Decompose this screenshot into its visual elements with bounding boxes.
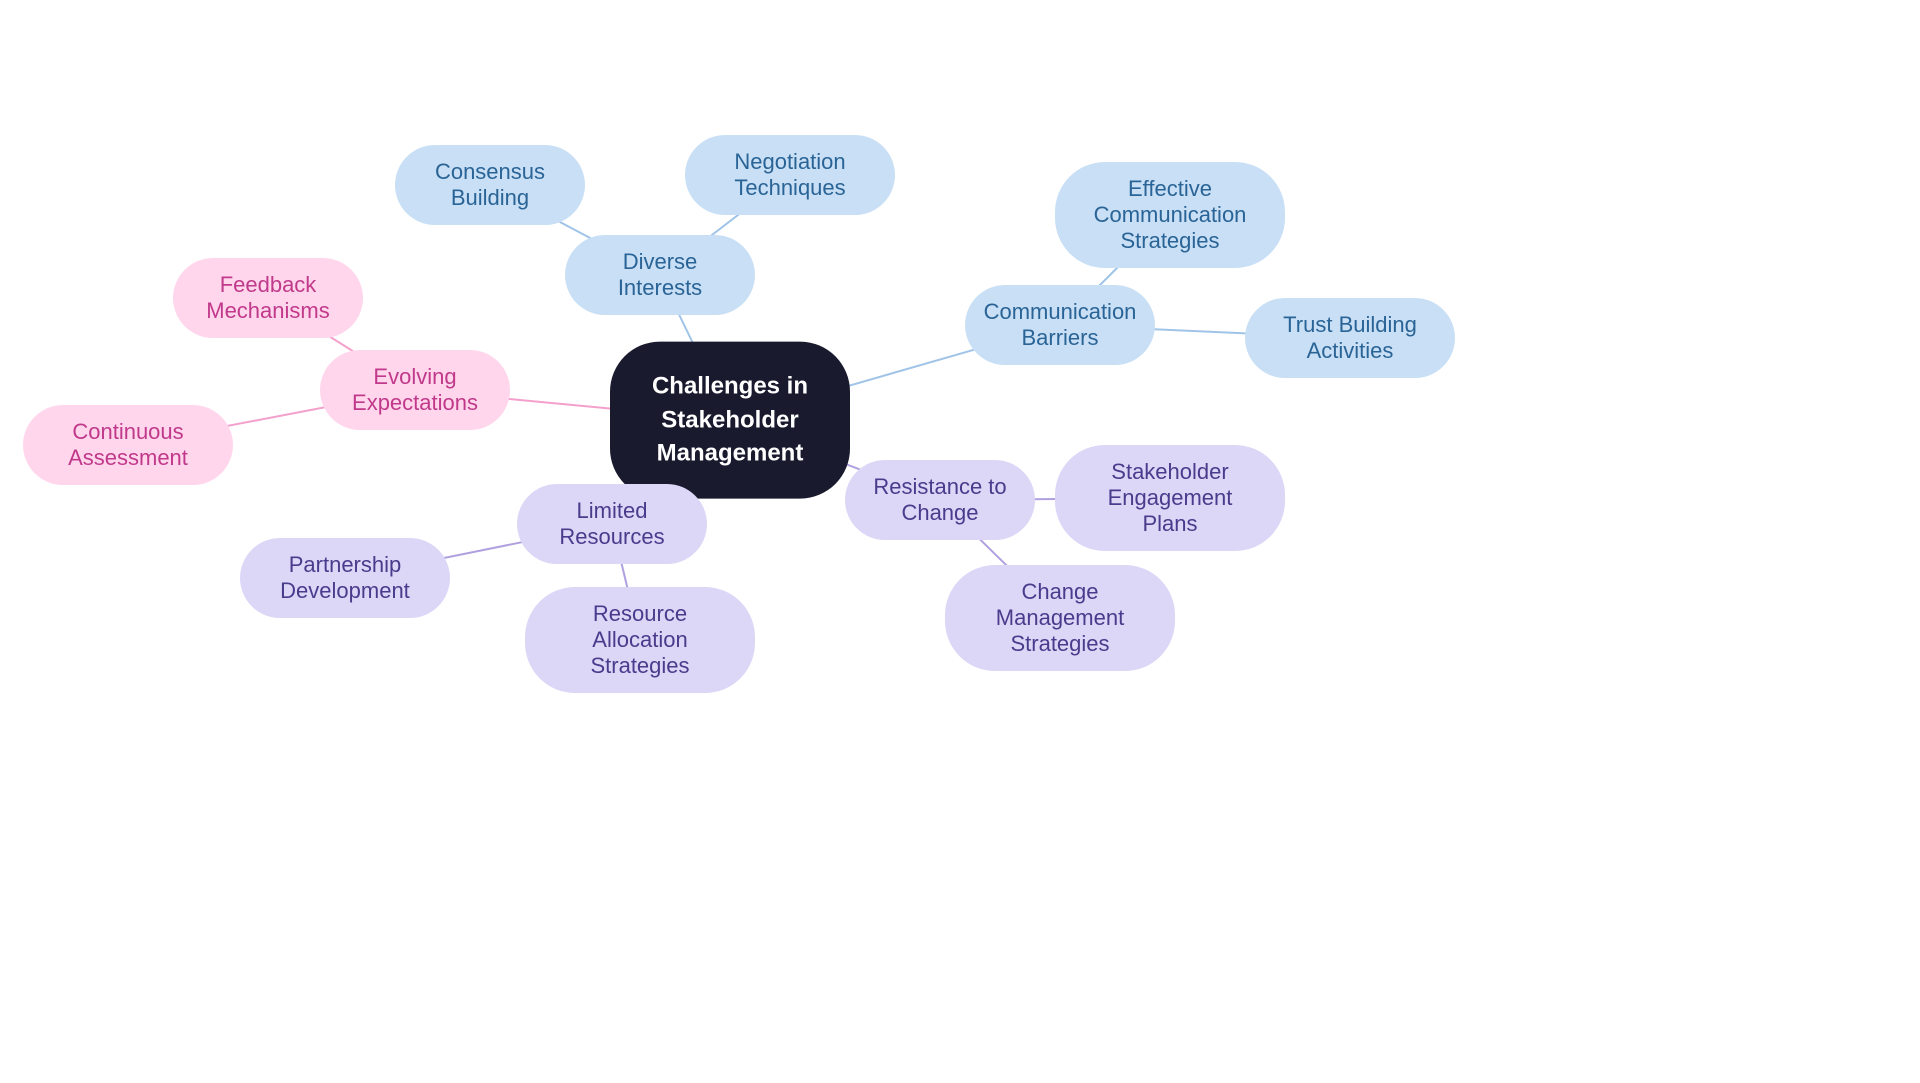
node-feedback-mechanisms[interactable]: Feedback Mechanisms	[173, 258, 363, 338]
node-limited-resources[interactable]: Limited Resources	[517, 484, 707, 564]
node-effective-communication[interactable]: Effective Communication Strategies	[1055, 162, 1285, 268]
node-negotiation-techniques[interactable]: Negotiation Techniques	[685, 135, 895, 215]
node-change-management[interactable]: Change Management Strategies	[945, 565, 1175, 671]
node-continuous-assessment[interactable]: Continuous Assessment	[23, 405, 233, 485]
mind-map-container: Challenges in Stakeholder Management Dive…	[0, 0, 1920, 1083]
center-node[interactable]: Challenges in Stakeholder Management	[610, 342, 850, 499]
node-resistance-to-change[interactable]: Resistance to Change	[845, 460, 1035, 540]
node-partnership-development[interactable]: Partnership Development	[240, 538, 450, 618]
node-resource-allocation[interactable]: Resource Allocation Strategies	[525, 587, 755, 693]
node-trust-building[interactable]: Trust Building Activities	[1245, 298, 1455, 378]
node-consensus-building[interactable]: Consensus Building	[395, 145, 585, 225]
node-stakeholder-engagement[interactable]: Stakeholder Engagement Plans	[1055, 445, 1285, 551]
node-communication-barriers[interactable]: Communication Barriers	[965, 285, 1155, 365]
node-diverse-interests[interactable]: Diverse Interests	[565, 235, 755, 315]
node-evolving-expectations[interactable]: Evolving Expectations	[320, 350, 510, 430]
